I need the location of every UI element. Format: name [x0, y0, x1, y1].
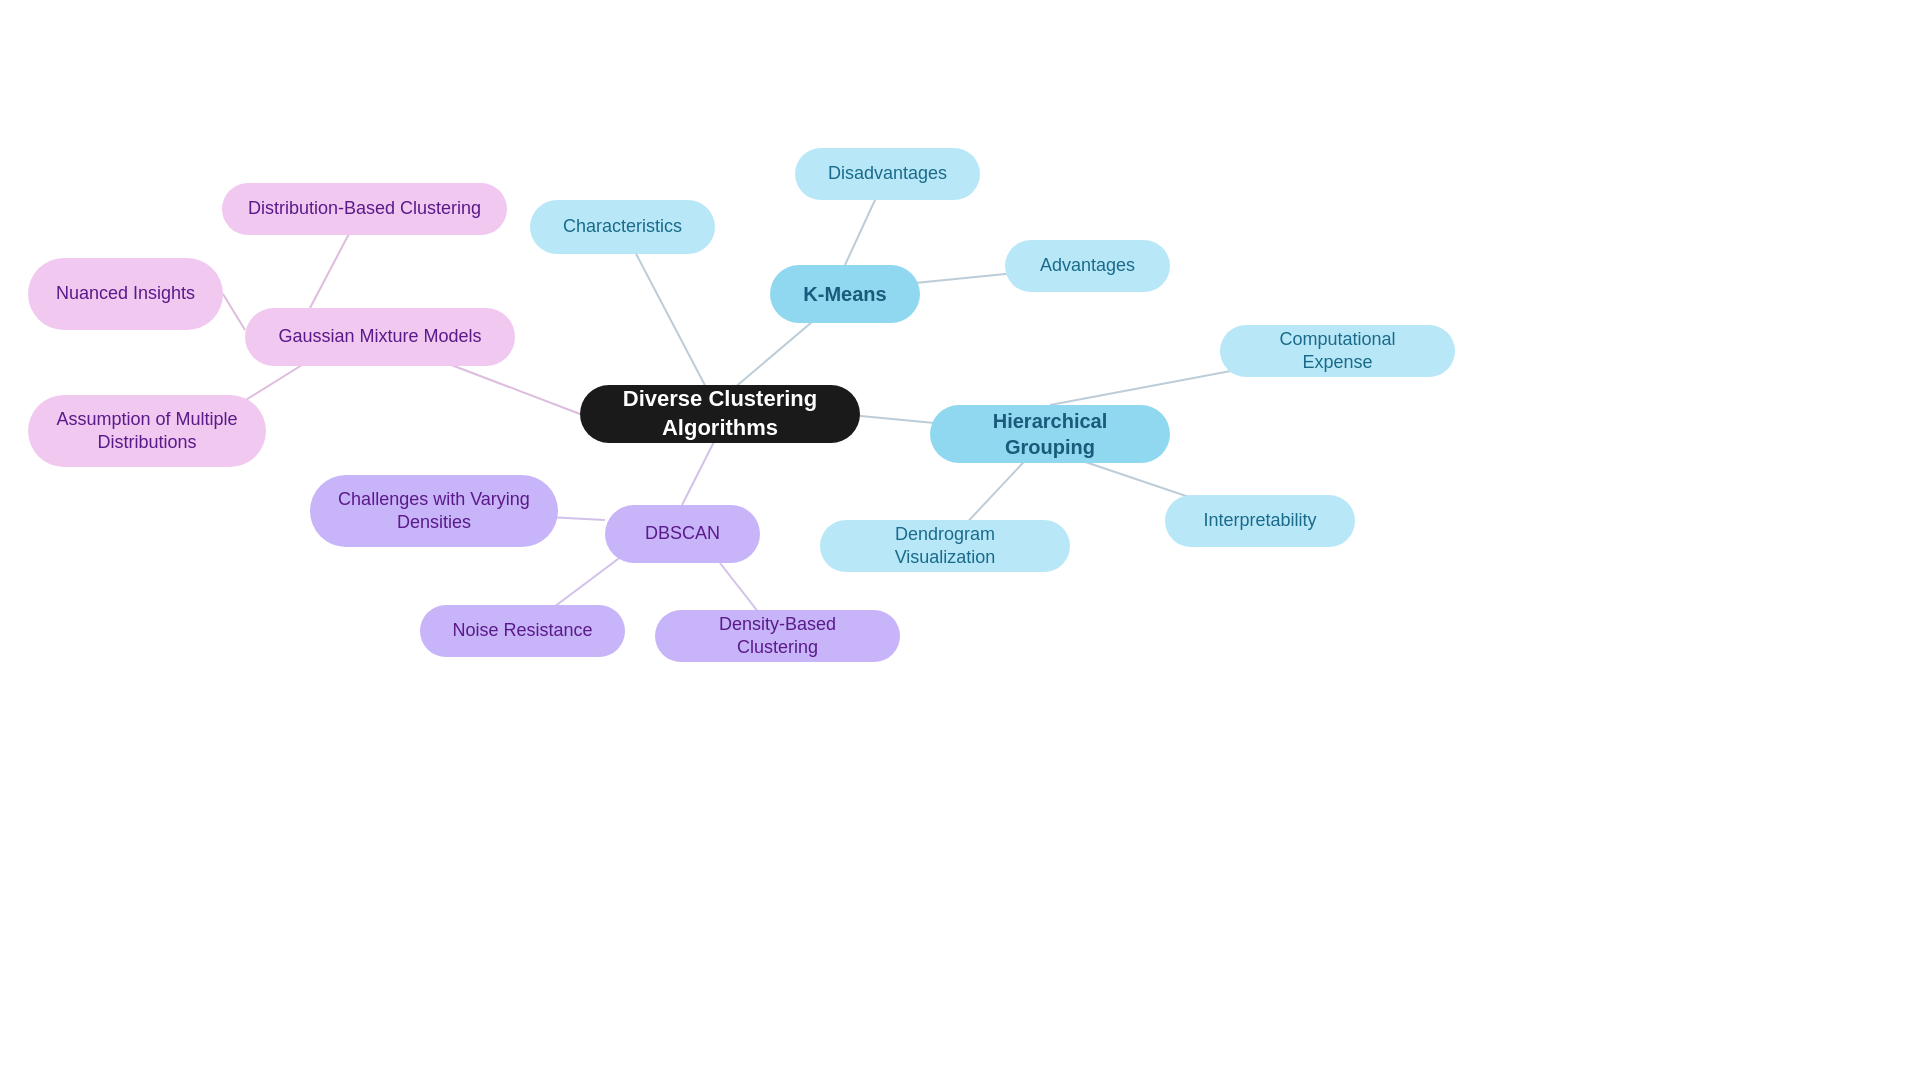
- disadvantages-node: Disadvantages: [795, 148, 980, 200]
- challenges-node: Challenges with Varying Densities: [310, 475, 558, 547]
- characteristics-label: Characteristics: [563, 215, 682, 238]
- center-node: Diverse Clustering Algorithms: [580, 385, 860, 443]
- dendrogram-label: Dendrogram Visualization: [844, 523, 1046, 570]
- noise-resistance-node: Noise Resistance: [420, 605, 625, 657]
- interpretability-label: Interpretability: [1203, 509, 1316, 532]
- density-based-label: Density-Based Clustering: [679, 613, 876, 660]
- assumption-node: Assumption of Multiple Distributions: [28, 395, 266, 467]
- dendrogram-node: Dendrogram Visualization: [820, 520, 1070, 572]
- computational-expense-node: Computational Expense: [1220, 325, 1455, 377]
- advantages-label: Advantages: [1040, 254, 1135, 277]
- density-based-node: Density-Based Clustering: [655, 610, 900, 662]
- computational-expense-label: Computational Expense: [1244, 328, 1431, 375]
- assumption-label: Assumption of Multiple Distributions: [52, 408, 242, 455]
- noise-resistance-label: Noise Resistance: [452, 619, 592, 642]
- svg-line-14: [223, 294, 245, 330]
- distribution-based-node: Distribution-Based Clustering: [222, 183, 507, 235]
- challenges-label: Challenges with Varying Densities: [334, 488, 534, 535]
- kmeans-label: K-Means: [803, 281, 886, 307]
- nuanced-insights-label: Nuanced Insights: [56, 282, 195, 305]
- gaussian-node: Gaussian Mixture Models: [245, 308, 515, 366]
- dbscan-node: DBSCAN: [605, 505, 760, 563]
- hierarchical-grouping-label: Hierarchical Grouping: [954, 408, 1146, 460]
- distribution-based-label: Distribution-Based Clustering: [248, 197, 481, 220]
- hierarchical-grouping-node: Hierarchical Grouping: [930, 405, 1170, 463]
- dbscan-label: DBSCAN: [645, 522, 720, 545]
- advantages-node: Advantages: [1005, 240, 1170, 292]
- characteristics-node: Characteristics: [530, 200, 715, 254]
- disadvantages-label: Disadvantages: [828, 162, 947, 185]
- nuanced-insights-node: Nuanced Insights: [28, 258, 223, 330]
- center-label: Diverse Clustering Algorithms: [604, 385, 836, 442]
- gaussian-label: Gaussian Mixture Models: [278, 325, 481, 348]
- interpretability-node: Interpretability: [1165, 495, 1355, 547]
- kmeans-node: K-Means: [770, 265, 920, 323]
